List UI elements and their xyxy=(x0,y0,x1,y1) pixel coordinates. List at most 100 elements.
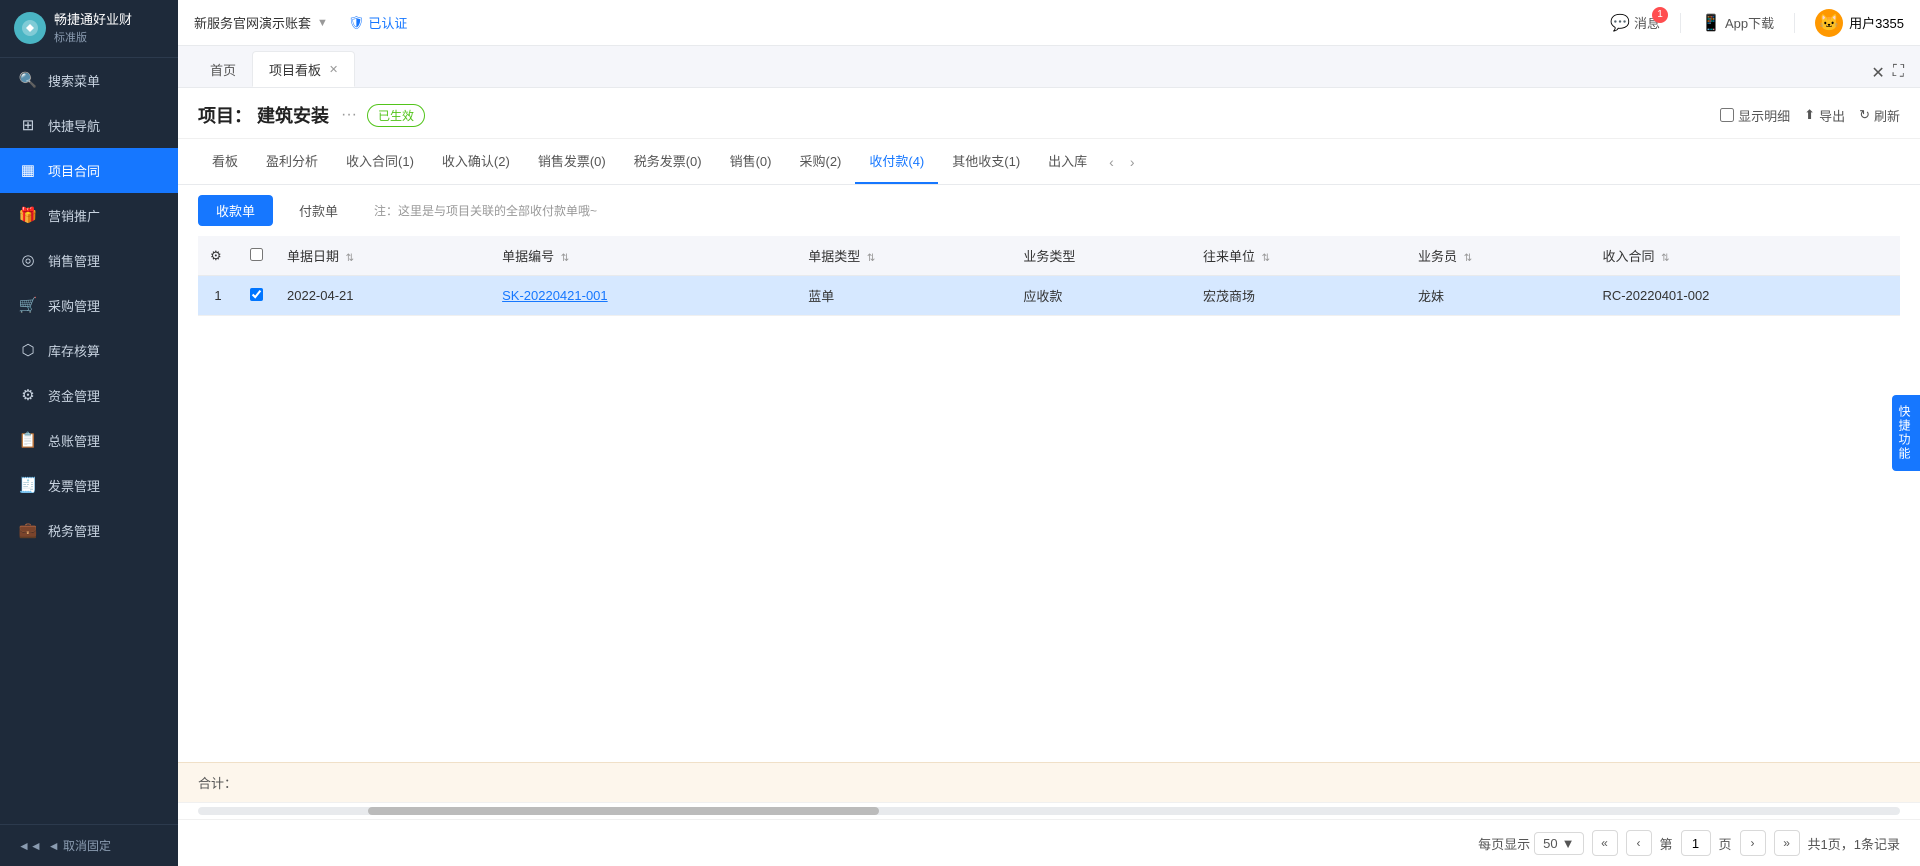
message-icon: 💬 xyxy=(1610,13,1630,33)
table-row[interactable]: 1 2022-04-21 SK-20220421-001 蓝单 应收款 宏茂商场… xyxy=(198,276,1900,316)
maximize-window-button[interactable]: ⛶ xyxy=(1893,63,1904,83)
sidebar-item-quick-nav[interactable]: ⊞ 快捷导航 xyxy=(0,103,178,148)
col-salesperson[interactable]: 业务员 ⇅ xyxy=(1406,236,1590,276)
close-window-button[interactable]: ✕ xyxy=(1871,63,1884,83)
col-income-contract[interactable]: 收入合同 ⇅ xyxy=(1590,236,1900,276)
inner-tab-payment[interactable]: 付款单 xyxy=(281,195,356,226)
table-scrollbar[interactable] xyxy=(178,802,1920,819)
page-number-input[interactable] xyxy=(1681,830,1711,856)
topbar: 新服务官网演示账套 ▼ 🛡 已认证 💬 消息 1 📱 App下载 🐱 用户335… xyxy=(178,0,1920,46)
sort-date-icon: ⇅ xyxy=(346,253,354,264)
export-button[interactable]: ⬆ 导出 xyxy=(1804,106,1845,125)
sidebar-item-invoice-label: 发票管理 xyxy=(48,476,100,495)
export-label: 导出 xyxy=(1819,106,1845,125)
prev-page-icon: ‹ xyxy=(1637,836,1641,850)
col-number[interactable]: 单据编号 ⇅ xyxy=(490,236,796,276)
project-prefix: 项目： xyxy=(198,106,252,126)
sidebar-item-sales-label: 销售管理 xyxy=(48,251,100,270)
inner-tabs: 收款单 付款单 注：这里是与项目关联的全部收付款单哦~ xyxy=(178,185,1920,236)
shield-icon: 🛡 xyxy=(348,15,365,31)
user-label: 用户3355 xyxy=(1849,13,1904,32)
topbar-divider-1 xyxy=(1680,13,1681,33)
next-page-button[interactable]: › xyxy=(1740,830,1766,856)
row-type: 蓝单 xyxy=(796,276,1011,316)
select-all-checkbox[interactable] xyxy=(250,248,263,261)
sub-tab-sales-invoice[interactable]: 销售发票(0) xyxy=(524,139,620,184)
first-page-button[interactable]: « xyxy=(1592,830,1618,856)
sub-tab-kanban[interactable]: 看板 xyxy=(198,139,252,184)
col-checkbox[interactable] xyxy=(238,236,275,276)
sub-tab-other-income[interactable]: 其他收支(1) xyxy=(938,139,1034,184)
row-number-link[interactable]: SK-20220421-001 xyxy=(502,288,608,303)
project-name: 建筑安装 xyxy=(257,106,329,126)
show-detail-toggle[interactable]: 显示明细 xyxy=(1720,106,1790,125)
horizontal-scrollbar[interactable] xyxy=(198,807,1900,815)
next-page-icon: › xyxy=(1751,836,1755,850)
inner-tab-receipt[interactable]: 收款单 xyxy=(198,195,273,226)
sub-tab-tax-invoice[interactable]: 税务发票(0) xyxy=(620,139,716,184)
settings-icon[interactable]: ⚙ xyxy=(210,248,222,263)
sub-tab-profit[interactable]: 盈利分析 xyxy=(252,139,332,184)
col-date[interactable]: 单据日期 ⇅ xyxy=(275,236,490,276)
tabbar: 首页 项目看板 ✕ ✕ ⛶ xyxy=(178,46,1920,88)
row-salesperson: 龙妹 xyxy=(1406,276,1590,316)
tab-project-board[interactable]: 项目看板 ✕ xyxy=(252,51,355,87)
message-button[interactable]: 💬 消息 1 xyxy=(1610,13,1660,33)
sub-tabs-next-arrow[interactable]: › xyxy=(1122,142,1143,182)
sidebar-item-invoice[interactable]: 🧾 发票管理 xyxy=(0,463,178,508)
col-settings[interactable]: ⚙ xyxy=(198,236,238,276)
sidebar-item-project-contract[interactable]: ▦ 项目合同 xyxy=(0,148,178,193)
sub-tab-income-confirm[interactable]: 收入确认(2) xyxy=(428,139,524,184)
tax-icon: 💼 xyxy=(18,521,38,539)
show-detail-checkbox[interactable] xyxy=(1720,108,1734,122)
col-type[interactable]: 单据类型 ⇅ xyxy=(796,236,1011,276)
show-detail-label: 显示明细 xyxy=(1738,106,1790,125)
sidebar-item-search[interactable]: 🔍 搜索菜单 xyxy=(0,58,178,103)
row-number[interactable]: SK-20220421-001 xyxy=(490,276,796,316)
project-status-badge: 已生效 xyxy=(367,104,425,127)
account-selector[interactable]: 新服务官网演示账套 ▼ xyxy=(194,13,328,32)
account-name: 新服务官网演示账套 xyxy=(194,13,311,32)
sales-icon: ◎ xyxy=(18,251,38,269)
sort-number-icon: ⇅ xyxy=(561,253,569,264)
page-size-value: 50 xyxy=(1543,836,1557,851)
sub-tabs-prev-arrow[interactable]: ‹ xyxy=(1101,142,1122,182)
sidebar-item-marketing[interactable]: 🎁 营销推广 xyxy=(0,193,178,238)
sidebar-logo: 畅捷通好业财 标准版 xyxy=(0,0,178,58)
search-icon: 🔍 xyxy=(18,71,38,89)
project-header: 项目： 建筑安装 ··· 已生效 显示明细 ⬆ 导出 ↻ 刷新 xyxy=(178,88,1920,139)
sidebar-item-tax[interactable]: 💼 税务管理 xyxy=(0,508,178,553)
sidebar-item-sales[interactable]: ◎ 销售管理 xyxy=(0,238,178,283)
project-more-button[interactable]: ··· xyxy=(341,106,357,124)
sub-tab-sales[interactable]: 销售(0) xyxy=(716,139,786,184)
row-biz-type: 应收款 xyxy=(1011,276,1191,316)
sidebar-item-inventory[interactable]: ⬡ 库存核算 xyxy=(0,328,178,373)
sub-tab-purchase[interactable]: 采购(2) xyxy=(785,139,855,184)
inventory-icon: ⬡ xyxy=(18,341,38,359)
sidebar-item-funds[interactable]: ⚙ 资金管理 xyxy=(0,373,178,418)
sub-tab-inout[interactable]: 出入库 xyxy=(1034,139,1101,184)
phone-icon: 📱 xyxy=(1701,13,1721,33)
tab-home[interactable]: 首页 xyxy=(194,51,252,87)
sidebar-unpin-button[interactable]: ◄◄ ◄ 取消固定 xyxy=(0,824,178,866)
row-checkbox-cell[interactable] xyxy=(238,276,275,316)
sidebar-item-purchase[interactable]: 🛒 采购管理 xyxy=(0,283,178,328)
row-income-contract: RC-20220401-002 xyxy=(1590,276,1900,316)
user-menu[interactable]: 🐱 用户3355 xyxy=(1815,9,1904,37)
refresh-button[interactable]: ↻ 刷新 xyxy=(1859,106,1900,125)
sub-tab-receipt-payment[interactable]: 收付款(4) xyxy=(855,139,938,184)
page-size-select-box[interactable]: 50 ▼ xyxy=(1534,832,1583,855)
app-download-button[interactable]: 📱 App下载 xyxy=(1701,13,1774,33)
last-page-button[interactable]: » xyxy=(1774,830,1800,856)
sidebar-item-ledger[interactable]: 📋 总账管理 xyxy=(0,418,178,463)
row-checkbox[interactable] xyxy=(250,288,263,301)
last-page-icon: » xyxy=(1783,836,1790,850)
scrollbar-thumb[interactable] xyxy=(368,807,879,815)
table-wrap: ⚙ 单据日期 ⇅ 单据编号 ⇅ xyxy=(178,236,1920,762)
quick-action-float-button[interactable]: 快捷功能 xyxy=(1892,395,1920,471)
prev-page-button[interactable]: ‹ xyxy=(1626,830,1652,856)
tab-close-icon[interactable]: ✕ xyxy=(329,63,338,76)
col-partner[interactable]: 往来单位 ⇅ xyxy=(1191,236,1406,276)
sub-tab-income-contract[interactable]: 收入合同(1) xyxy=(332,139,428,184)
float-btn-label: 快捷功能 xyxy=(1897,405,1911,461)
